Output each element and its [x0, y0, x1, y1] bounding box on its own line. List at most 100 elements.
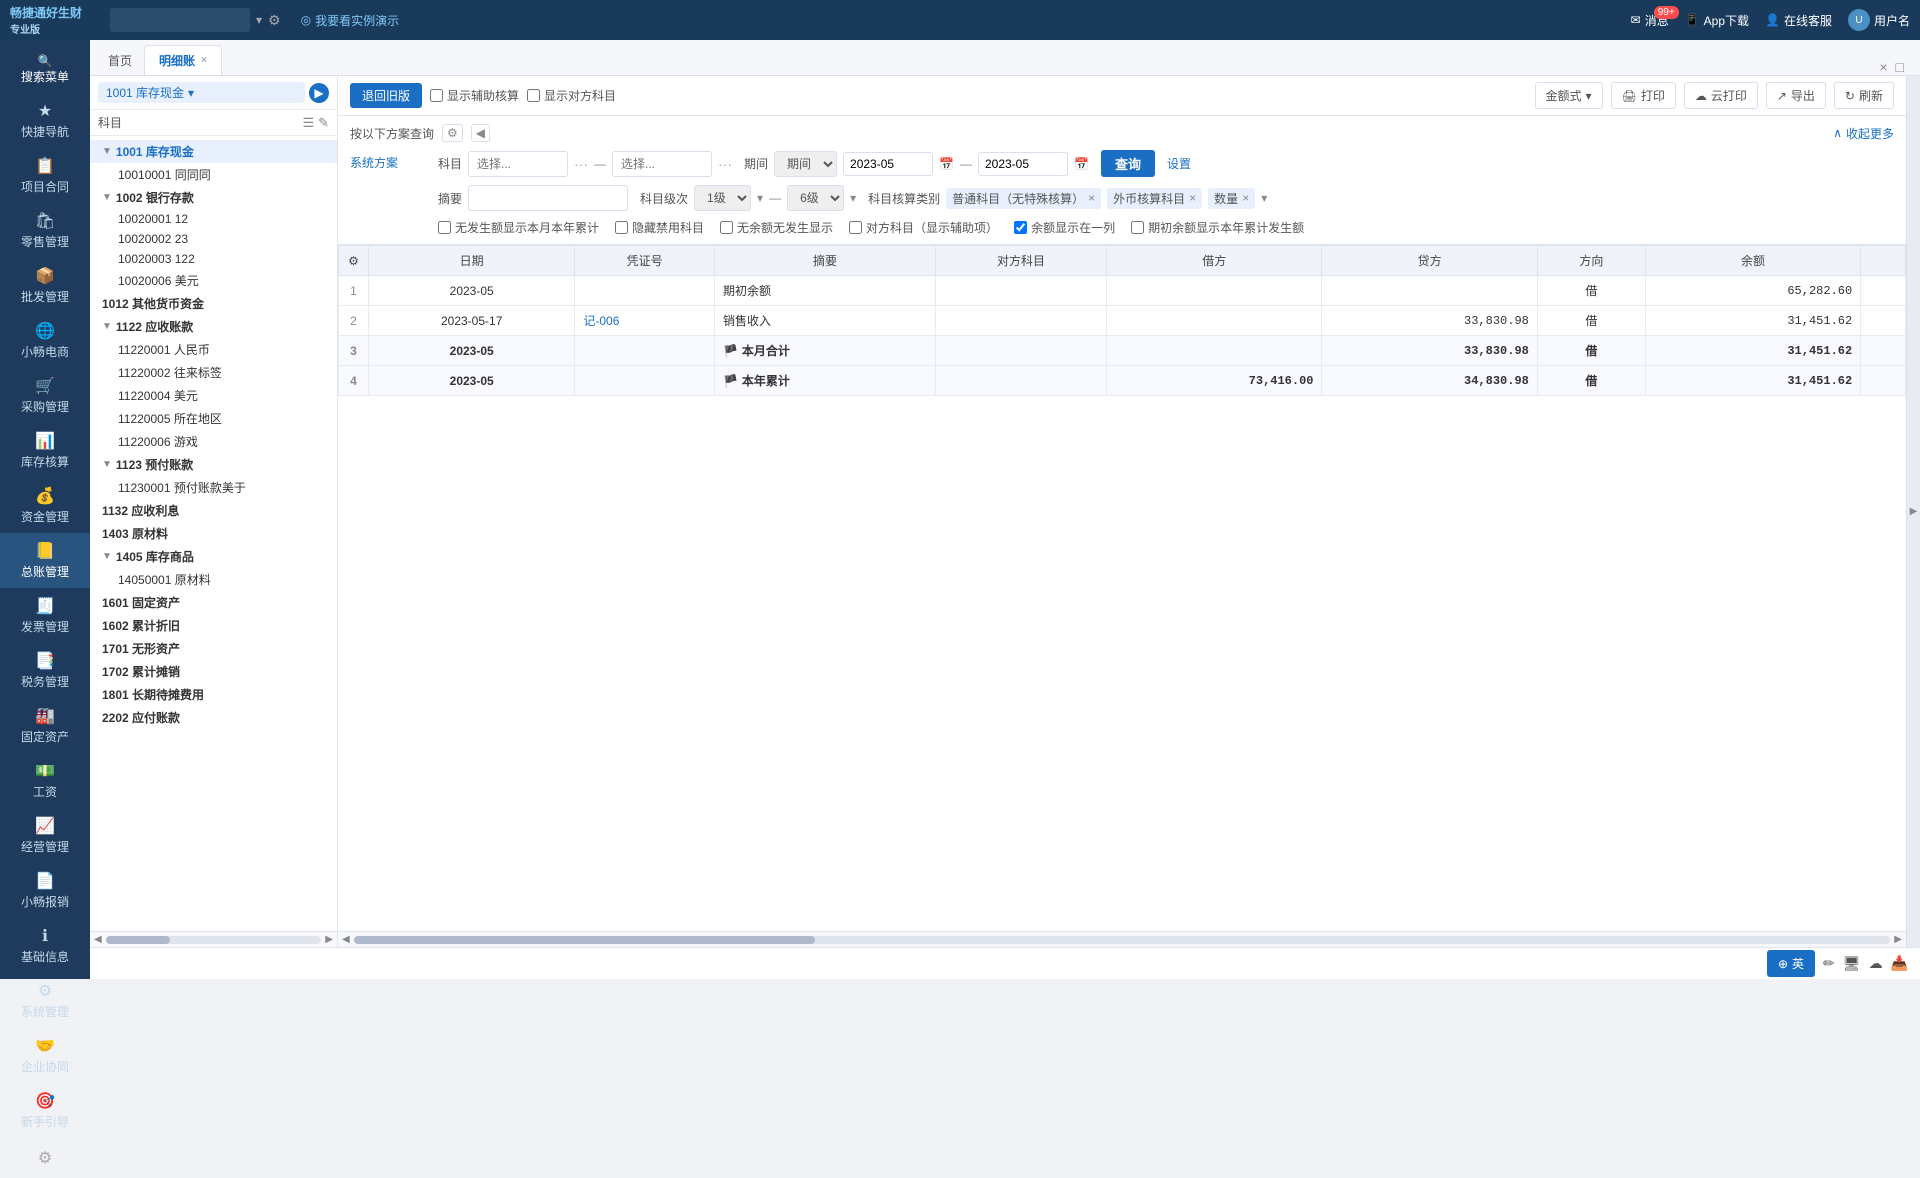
- check-hide-disabled-input[interactable]: [615, 221, 628, 234]
- tree-item-1801[interactable]: 1801 长期待摊费用: [90, 683, 337, 706]
- tree-item-1601[interactable]: 1601 固定资产: [90, 591, 337, 614]
- bottom-cloud-icon[interactable]: ☁: [1869, 955, 1883, 972]
- search-dropdown-icon[interactable]: ▾: [256, 13, 262, 27]
- sidebar-item-salary[interactable]: 💵 工资: [0, 753, 90, 808]
- col-settings[interactable]: ⚙: [339, 246, 369, 276]
- sidebar-search[interactable]: 🔍 搜索菜单: [21, 46, 69, 93]
- check-no-balance-input[interactable]: [720, 221, 733, 234]
- message-btn[interactable]: ✉ 消息 99+: [1631, 12, 1669, 29]
- show-aux-checkbox[interactable]: [430, 89, 443, 102]
- tree-item-11220001[interactable]: 11220001 人民币: [90, 338, 337, 361]
- sidebar-item-inventory[interactable]: 📊 库存核算: [0, 423, 90, 478]
- show-contra-check[interactable]: 显示对方科目: [527, 87, 616, 104]
- bottom-monitor-icon[interactable]: 🖥: [1843, 955, 1861, 972]
- period-to-input[interactable]: 2023-05: [978, 152, 1068, 176]
- sidebar-item-report[interactable]: 📄 小畅报销: [0, 863, 90, 918]
- sidebar-item-operations[interactable]: 📈 经营管理: [0, 808, 90, 863]
- period-calendar-icon-2[interactable]: 📅: [1074, 157, 1089, 171]
- tree-item-1132[interactable]: 1132 应收利息: [90, 499, 337, 522]
- show-contra-checkbox[interactable]: [527, 89, 540, 102]
- scroll-left-btn[interactable]: ◀: [94, 934, 102, 945]
- lang-btn[interactable]: ⊕ 英: [1767, 950, 1815, 977]
- tree-item-10020002[interactable]: 10020002 23: [90, 229, 337, 249]
- top-search-input[interactable]: [110, 8, 250, 32]
- tree-item-1602[interactable]: 1602 累计折旧: [90, 614, 337, 637]
- period-calendar-icon[interactable]: 📅: [939, 157, 954, 171]
- sidebar-item-purchase[interactable]: 🛒 采购管理: [0, 368, 90, 423]
- level-to-select[interactable]: 6级: [787, 185, 844, 211]
- filter-tag-remove-1[interactable]: ×: [1088, 191, 1095, 205]
- tree-item-1002[interactable]: ▼ 1002 银行存款: [90, 186, 337, 209]
- tree-item-14050001[interactable]: 14050001 原材料: [90, 568, 337, 591]
- sidebar-item-accounting[interactable]: 📒 总账管理: [0, 533, 90, 588]
- filter-tag-remove-2[interactable]: ×: [1189, 191, 1196, 205]
- scroll-right-btn[interactable]: ▶: [325, 934, 333, 945]
- table-scroll-right-btn[interactable]: ▶: [1894, 934, 1902, 945]
- subject-input-2[interactable]: [612, 151, 712, 177]
- sidebar-item-wholesale[interactable]: 📦 批发管理: [0, 258, 90, 313]
- export-btn[interactable]: ↗ 导出: [1766, 82, 1826, 109]
- sidebar-item-system[interactable]: ⚙ 系统管理: [0, 973, 90, 1028]
- return-old-btn[interactable]: 退回旧版: [350, 83, 422, 108]
- settings-icon[interactable]: ⚙: [268, 12, 281, 29]
- check-show-balance-one-row[interactable]: 余额显示在一列: [1014, 219, 1115, 236]
- check-show-balance-one-row-input[interactable]: [1014, 221, 1027, 234]
- tab-detail[interactable]: 明细账 ×: [144, 45, 222, 75]
- tree-item-1001[interactable]: ▼ 1001 库存现金: [90, 140, 337, 163]
- level-from-select[interactable]: 1级: [694, 185, 751, 211]
- tab-home[interactable]: 首页: [98, 46, 142, 75]
- tree-item-11220005[interactable]: 11220005 所在地区: [90, 407, 337, 430]
- demo-link[interactable]: ◎ 我要看实例演示: [301, 12, 400, 29]
- subject-dots-2[interactable]: ···: [718, 156, 732, 172]
- settings-link[interactable]: 设置: [1167, 155, 1191, 172]
- sidebar-item-cooperation[interactable]: 🤝 企业协同: [0, 1028, 90, 1083]
- subject-dots[interactable]: ···: [574, 156, 588, 172]
- check-contra[interactable]: 对方科目（显示辅助项）: [849, 219, 998, 236]
- account-tag[interactable]: 1001 库存现金 ▾: [98, 82, 305, 103]
- user-profile[interactable]: U 用户名: [1848, 9, 1910, 31]
- table-scroll-left-btn[interactable]: ◀: [342, 934, 350, 945]
- period-type-select[interactable]: 期间: [774, 151, 837, 177]
- tree-item-1701[interactable]: 1701 无形资产: [90, 637, 337, 660]
- check-no-balance[interactable]: 无余额无发生显示: [720, 219, 833, 236]
- check-no-transaction[interactable]: 无发生额显示本月本年累计: [438, 219, 599, 236]
- bottom-edit-icon[interactable]: ✏: [1823, 955, 1835, 972]
- sidebar-item-retail[interactable]: 🛍 零售管理: [0, 203, 90, 258]
- period-from-input[interactable]: 2023-05: [843, 152, 933, 176]
- check-year-balance[interactable]: 期初余额显示本年累计发生额: [1131, 219, 1304, 236]
- check-hide-disabled[interactable]: 隐藏禁用科目: [615, 219, 704, 236]
- filter-arrow-icon[interactable]: ◀: [471, 124, 490, 142]
- sidebar-item-quick-nav[interactable]: ★ 快捷导航: [0, 93, 90, 148]
- category-dropdown-icon[interactable]: ▾: [1261, 191, 1267, 205]
- tree-item-10020003[interactable]: 10020003 122: [90, 249, 337, 269]
- filter-tag-remove-3[interactable]: ×: [1242, 191, 1249, 205]
- tree-item-1405[interactable]: ▼ 1405 库存商品: [90, 545, 337, 568]
- window-close-btn[interactable]: ×: [1879, 59, 1887, 75]
- summary-input[interactable]: [468, 185, 628, 211]
- edit-icon[interactable]: ✎: [318, 115, 329, 131]
- online-service-btn[interactable]: 👤 在线客服: [1765, 12, 1832, 29]
- voucher-link[interactable]: 记-006: [583, 314, 619, 328]
- system-scheme-btn[interactable]: 系统方案: [350, 154, 430, 171]
- check-no-transaction-input[interactable]: [438, 221, 451, 234]
- sidebar-gear-icon[interactable]: ⚙: [38, 1138, 52, 1178]
- print-btn[interactable]: 🖨 打印: [1611, 82, 1676, 109]
- sidebar-item-fund[interactable]: 💰 资金管理: [0, 478, 90, 533]
- tree-item-1403[interactable]: 1403 原材料: [90, 522, 337, 545]
- scroll-track[interactable]: [106, 936, 322, 944]
- tree-item-1012[interactable]: 1012 其他货币资金: [90, 292, 337, 315]
- query-btn[interactable]: 查询: [1101, 150, 1155, 177]
- tree-item-10020006[interactable]: 10020006 美元: [90, 269, 337, 292]
- sidebar-item-project[interactable]: 📋 项目合同: [0, 148, 90, 203]
- check-year-balance-input[interactable]: [1131, 221, 1144, 234]
- filter-gear-icon[interactable]: ⚙: [442, 124, 463, 142]
- tree-item-10010001[interactable]: 10010001 同同同: [90, 163, 337, 186]
- currency-btn[interactable]: 金额式 ▾: [1535, 82, 1603, 109]
- app-download-btn[interactable]: 📱 App下载: [1685, 12, 1749, 29]
- right-collapse-btn[interactable]: ▶: [1906, 76, 1920, 947]
- sidebar-item-ecommerce[interactable]: 🌐 小畅电商: [0, 313, 90, 368]
- table-scroll-track[interactable]: [354, 936, 1891, 944]
- tree-item-11220002[interactable]: 11220002 往来标签: [90, 361, 337, 384]
- sidebar-item-base[interactable]: ℹ 基础信息: [0, 918, 90, 973]
- tree-item-11220006[interactable]: 11220006 游戏: [90, 430, 337, 453]
